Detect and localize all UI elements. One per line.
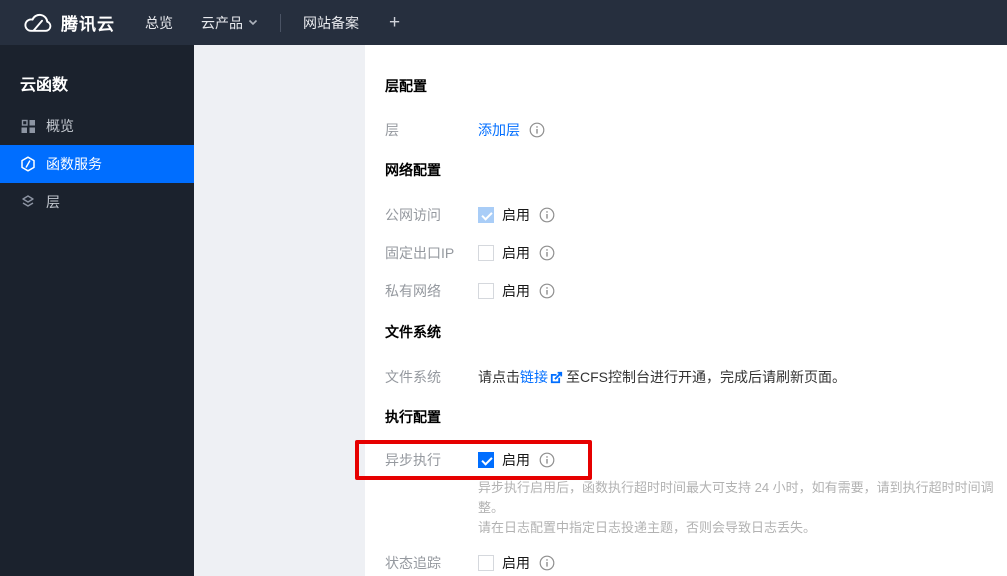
info-icon[interactable]	[539, 452, 555, 468]
cfs-hint-suffix: 至CFS控制台进行开通，完成后请刷新页面。	[566, 369, 846, 385]
sidebar: 云函数 概览 函数服务 层	[0, 45, 194, 576]
layers-icon	[20, 194, 36, 210]
sidebar-title: 云函数	[20, 77, 69, 94]
enable-label: 启用	[502, 283, 530, 299]
section-title-network-config: 网络配置	[385, 162, 441, 178]
async-desc-line1: 异步执行启用后，函数执行超时时间最大可支持 24 小时，如有需要，请到执行超时时…	[478, 480, 994, 515]
cfs-hint-prefix: 请点击	[478, 369, 520, 385]
file-system-label: 文件系统	[385, 369, 441, 385]
private-network-label: 私有网络	[385, 283, 441, 299]
info-icon[interactable]	[539, 283, 555, 299]
layer-label: 层	[385, 122, 399, 138]
nav-products-label: 云产品	[201, 14, 243, 31]
chevron-down-icon	[248, 19, 258, 26]
sidebar-item-label: 函数服务	[46, 156, 102, 172]
sidebar-item-layers[interactable]: 层	[0, 183, 194, 221]
enable-label: 启用	[502, 245, 530, 261]
section-title-execution-config: 执行配置	[385, 409, 441, 425]
grid-icon	[20, 118, 36, 134]
sidebar-item-label: 层	[46, 194, 60, 210]
tencent-cloud-logo[interactable]: 腾讯云	[22, 10, 115, 35]
add-nav-tab-button[interactable]: +	[373, 12, 416, 34]
async-desc-line2: 请在日志配置中指定日志投递主题，否则会导致日志丢失。	[478, 520, 817, 535]
info-icon[interactable]	[539, 245, 555, 261]
enable-label: 启用	[502, 555, 530, 571]
enable-label: 启用	[502, 452, 530, 468]
info-icon[interactable]	[529, 122, 545, 138]
section-title-file-system: 文件系统	[385, 324, 441, 340]
fixed-outbound-ip-checkbox[interactable]	[478, 245, 494, 261]
info-icon[interactable]	[539, 207, 555, 223]
private-network-row: 私有网络 启用	[385, 281, 1007, 301]
async-execution-checkbox[interactable]	[478, 452, 494, 468]
public-access-label: 公网访问	[385, 207, 441, 223]
status-tracking-label: 状态追踪	[385, 555, 441, 571]
function-config-panel: 层配置 层 添加层 网络配置 公网访问 启用 固定出口IP 启用 私有网络 启用…	[355, 45, 1007, 576]
brand-name: 腾讯云	[61, 15, 115, 34]
nav-cloud-products[interactable]: 云产品	[187, 0, 272, 45]
external-link-icon[interactable]	[549, 370, 564, 385]
enable-label: 启用	[502, 207, 530, 223]
fixed-outbound-ip-label: 固定出口IP	[385, 245, 455, 261]
public-access-checkbox	[478, 207, 494, 223]
secondary-panel	[194, 45, 365, 576]
async-execution-label: 异步执行	[385, 452, 441, 468]
nav-icp-label: 网站备案	[303, 14, 359, 31]
status-tracking-row: 状态追踪 启用	[385, 553, 1007, 573]
top-navigation: 总览 云产品 网站备案 +	[131, 0, 416, 45]
layer-row: 层 添加层	[385, 120, 1007, 140]
add-layer-link[interactable]: 添加层	[478, 120, 520, 140]
nav-overview-label: 总览	[145, 14, 173, 31]
function-icon	[20, 156, 36, 172]
private-network-checkbox[interactable]	[478, 283, 494, 299]
info-icon[interactable]	[539, 555, 555, 571]
topbar: 腾讯云 总览 云产品 网站备案 +	[0, 0, 1007, 45]
status-tracking-checkbox[interactable]	[478, 555, 494, 571]
sidebar-item-overview[interactable]: 概览	[0, 107, 194, 145]
sidebar-menu: 概览 函数服务 层	[0, 107, 194, 221]
fixed-outbound-ip-row: 固定出口IP 启用	[385, 243, 1007, 263]
section-title-layer-config: 层配置	[385, 78, 427, 94]
public-access-row: 公网访问 启用	[385, 205, 1007, 225]
cloud-icon	[22, 12, 52, 34]
async-execution-row: 异步执行 启用	[385, 450, 1007, 470]
file-system-row: 文件系统 请点击 链接 至CFS控制台进行开通，完成后请刷新页面。	[385, 367, 1007, 387]
async-execution-description: 异步执行启用后，函数执行超时时间最大可支持 24 小时，如有需要，请到执行超时时…	[385, 478, 1007, 538]
nav-divider	[280, 13, 281, 32]
sidebar-item-function-service[interactable]: 函数服务	[0, 145, 194, 183]
nav-overview[interactable]: 总览	[131, 0, 187, 45]
async-execution-row-wrapper: 异步执行 启用	[355, 440, 1007, 480]
nav-icp-filing[interactable]: 网站备案	[289, 0, 373, 45]
sidebar-item-label: 概览	[46, 118, 74, 134]
cfs-console-link[interactable]: 链接	[520, 367, 548, 387]
